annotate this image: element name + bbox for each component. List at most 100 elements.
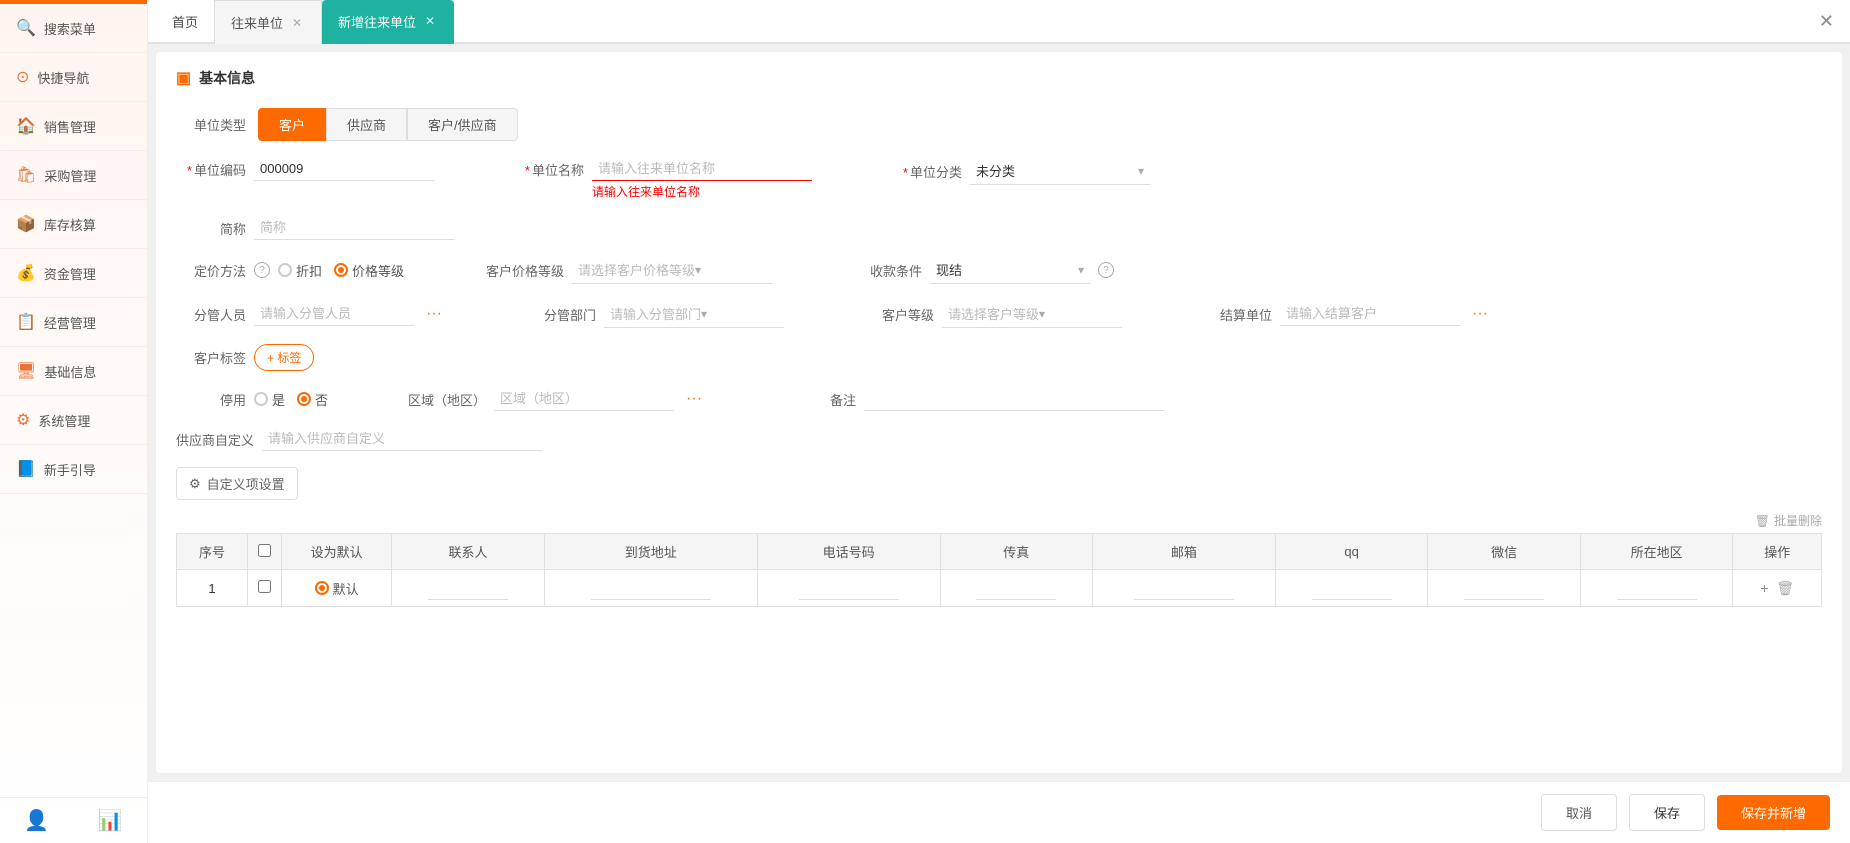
unit-category-select[interactable]: 未分类 ▾	[970, 157, 1150, 185]
pricing-method-level[interactable]: 价格等级	[334, 261, 404, 280]
close-tab-new-trading-unit[interactable]: ✕	[422, 13, 438, 29]
add-tag-button[interactable]: + 标签	[254, 344, 314, 371]
unit-code-input[interactable]	[254, 157, 434, 181]
content-area: ▣ 基本信息 单位类型 客户 供应商 客户/供应商 *单位编码	[156, 52, 1842, 773]
sidebar-item-label: 新手引导	[44, 460, 96, 479]
supplier-custom-input[interactable]	[262, 427, 542, 451]
short-name-input[interactable]	[254, 216, 454, 240]
cell-address[interactable]	[544, 570, 757, 607]
cancel-button[interactable]: 取消	[1541, 794, 1617, 831]
main-area: 首页 往来单位 ✕ 新增往来单位 ✕ ✕ ▣ 基本信息 单位类型 客户 供应商 …	[148, 0, 1850, 843]
type-btn-supplier[interactable]: 供应商	[326, 108, 407, 141]
cell-contact[interactable]	[392, 570, 545, 607]
disabled-yes[interactable]: 是	[254, 390, 285, 409]
row-region-input[interactable]	[1617, 576, 1697, 600]
supplier-custom-field: 供应商自定义	[176, 427, 542, 451]
customer-price-level-select[interactable]: 请选择客户价格等级 ▾	[572, 256, 772, 284]
table-body: 1 默认	[177, 570, 1822, 607]
cell-seq: 1	[177, 570, 248, 607]
pricing-method-help-icon[interactable]: ?	[254, 262, 270, 278]
save-and-new-button[interactable]: 保存并新增	[1717, 795, 1830, 830]
contact-input[interactable]	[428, 576, 508, 600]
cell-check[interactable]	[248, 570, 282, 607]
chevron-down-icon2: ▾	[695, 263, 701, 277]
unit-code-field: *单位编码	[176, 157, 434, 181]
pricing-method-discount[interactable]: 折扣	[278, 261, 322, 280]
type-btn-both[interactable]: 客户/供应商	[407, 108, 518, 141]
select-all-checkbox[interactable]	[258, 544, 271, 557]
payment-terms-help-icon[interactable]: ?	[1098, 262, 1114, 278]
section-title: 基本信息	[199, 68, 255, 88]
table-row: 1 默认	[177, 570, 1822, 607]
tab-home[interactable]: 首页	[156, 0, 214, 44]
custom-settings-button[interactable]: ⚙ 自定义项设置	[176, 467, 298, 500]
sidebar-item-purchase[interactable]: 🛍 采购管理	[0, 151, 147, 200]
region-input[interactable]	[494, 387, 674, 411]
manager-input[interactable]	[254, 302, 414, 326]
save-button[interactable]: 保存	[1629, 794, 1705, 831]
sidebar-item-label: 快捷导航	[37, 68, 89, 87]
close-tab-trading-unit[interactable]: ✕	[289, 15, 305, 31]
sidebar-bottom-icon1[interactable]: 👤	[0, 798, 74, 843]
sidebar-item-guide[interactable]: 📘 新手引导	[0, 445, 147, 494]
settlement-unit-input[interactable]	[1280, 302, 1460, 326]
settlement-unit-more-icon[interactable]: ···	[1468, 305, 1492, 323]
remark-input[interactable]	[864, 387, 1164, 411]
address-input[interactable]	[591, 576, 711, 600]
cell-qq[interactable]	[1275, 570, 1428, 607]
manager-field: 分管人员 ···	[176, 302, 446, 326]
tab-trading-unit-label: 往来单位	[231, 13, 283, 32]
radio-level	[334, 263, 348, 277]
close-all-tabs-button[interactable]: ✕	[1819, 11, 1834, 32]
disabled-no[interactable]: 否	[297, 390, 328, 409]
region-more-icon[interactable]: ···	[682, 390, 706, 408]
row-checkbox[interactable]	[258, 580, 271, 593]
email-input[interactable]	[1134, 576, 1234, 600]
sidebar-item-basic-info[interactable]: 🖥 基础信息	[0, 347, 147, 396]
type-btn-customer[interactable]: 客户	[258, 108, 326, 141]
cell-phone[interactable]	[757, 570, 940, 607]
department-select[interactable]: 请输入分管部门 ▾	[604, 300, 784, 328]
radio-yes	[254, 392, 268, 406]
cell-default: 默认	[282, 570, 392, 607]
fax-input[interactable]	[976, 576, 1056, 600]
sidebar-item-system[interactable]: ⚙ 系统管理	[0, 396, 147, 445]
cell-email[interactable]	[1093, 570, 1276, 607]
section-header: ▣ 基本信息	[176, 68, 1822, 88]
manager-more-icon[interactable]: ···	[422, 305, 446, 323]
cell-region[interactable]	[1580, 570, 1733, 607]
add-row-button[interactable]: +	[1758, 580, 1770, 596]
col-region: 所在地区	[1580, 534, 1733, 570]
customer-tag-row: 客户标签 + 标签	[176, 344, 1822, 371]
sidebar-item-search[interactable]: 🔍 搜索菜单	[0, 4, 147, 53]
add-tag-label: + 标签	[267, 349, 301, 366]
phone-input[interactable]	[799, 576, 899, 600]
row-default-radio[interactable]: 默认	[292, 579, 381, 598]
sidebar-bottom-icon2[interactable]: 📊	[74, 798, 148, 843]
customer-level-select[interactable]: 请选择客户等级 ▾	[942, 300, 1122, 328]
qq-input[interactable]	[1312, 576, 1392, 600]
table-header: 序号 设为默认 联系人 到货地址 电话号码 传真 邮箱 qq 微信 所在地区 操…	[177, 534, 1822, 570]
cell-wechat[interactable]	[1428, 570, 1581, 607]
batch-delete-area: 🗑 批量删除	[176, 512, 1822, 529]
cell-fax[interactable]	[940, 570, 1093, 607]
sidebar-item-finance[interactable]: 💰 资金管理	[0, 249, 147, 298]
tab-new-trading-unit[interactable]: 新增往来单位 ✕	[322, 0, 454, 44]
payment-terms-select[interactable]: 现结 ▾	[930, 256, 1090, 284]
unit-name-input[interactable]	[592, 157, 812, 181]
sidebar-item-quick-nav[interactable]: ⊙ 快捷导航	[0, 53, 147, 102]
sidebar-item-inventory[interactable]: 📦 库存核算	[0, 200, 147, 249]
tab-trading-unit[interactable]: 往来单位 ✕	[214, 0, 322, 44]
payment-terms-value: 现结	[936, 260, 1078, 279]
col-phone: 电话号码	[757, 534, 940, 570]
sidebar-item-label: 基础信息	[44, 362, 96, 381]
sidebar-item-label: 经营管理	[44, 313, 96, 332]
customer-price-level-field: 客户价格等级 请选择客户价格等级 ▾	[484, 256, 772, 284]
delete-row-button[interactable]: 🗑	[1774, 580, 1796, 596]
sidebar-item-sales[interactable]: 🏠 销售管理	[0, 102, 147, 151]
sidebar-item-operations[interactable]: 📋 经营管理	[0, 298, 147, 347]
batch-delete-label[interactable]: 批量删除	[1774, 512, 1822, 529]
remark-label: 备注	[786, 390, 856, 409]
col-qq: qq	[1275, 534, 1428, 570]
wechat-input[interactable]	[1464, 576, 1544, 600]
